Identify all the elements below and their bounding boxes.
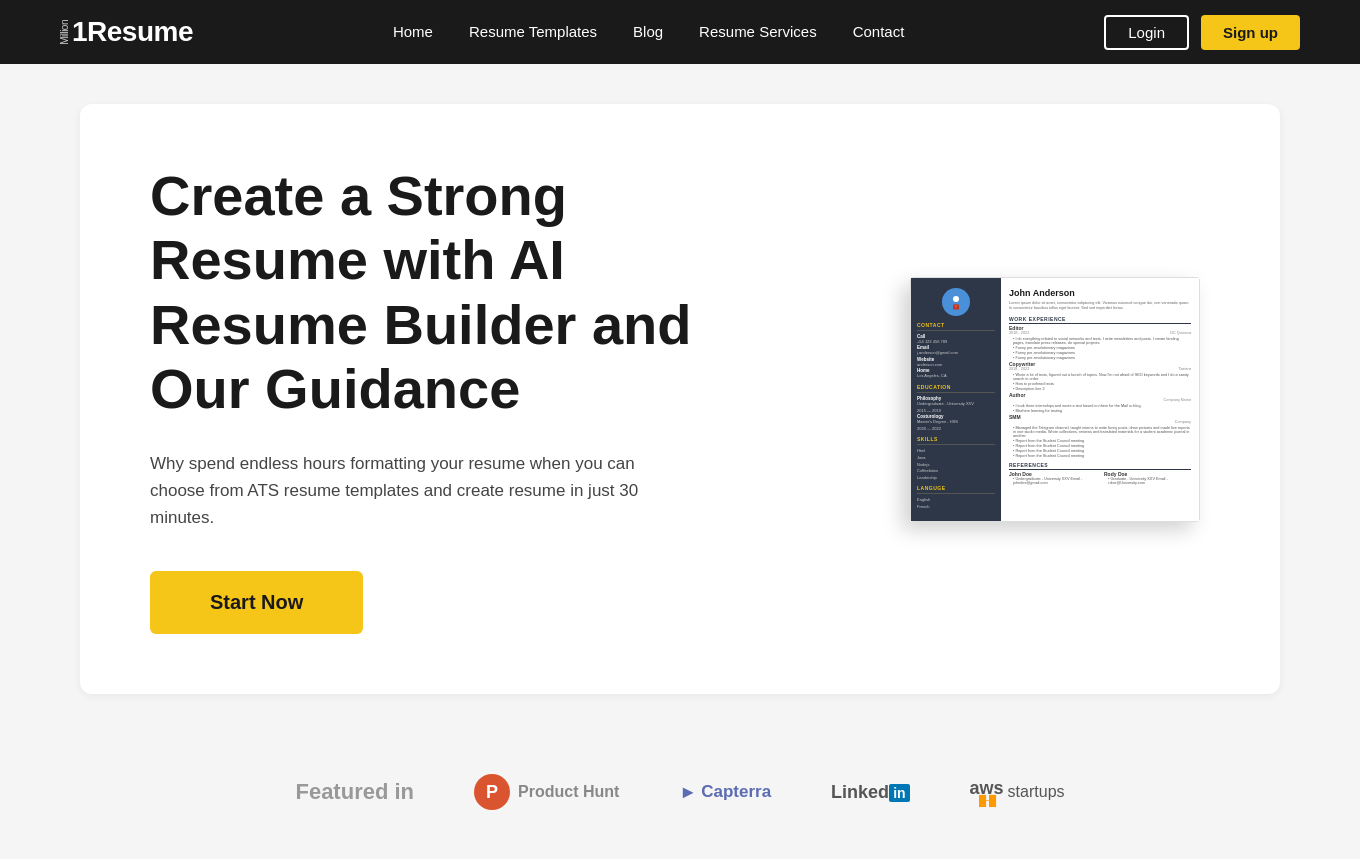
resume-skill-2: Nodejs bbox=[917, 462, 995, 468]
resume-skills-title: SKILLS bbox=[917, 436, 995, 442]
resume-job3-bullet3: Report from the Student Council meeting bbox=[1009, 449, 1191, 453]
hero-text: Create a Strong Resume with AI Resume Bu… bbox=[150, 164, 750, 634]
resume-job2-meta: Company Name bbox=[1009, 398, 1191, 402]
resume-skill-3: Coffeelation bbox=[917, 468, 995, 474]
hero-subtitle: Why spend endless hours formatting your … bbox=[150, 450, 670, 532]
resume-job1-year: 2018 - 2022 bbox=[1009, 367, 1029, 371]
resume-edu1-year: 2015 — 2019 bbox=[917, 408, 995, 414]
main-wrapper: Create a Strong Resume with AI Resume Bu… bbox=[0, 64, 1360, 734]
login-button[interactable]: Login bbox=[1104, 15, 1189, 50]
resume-job0-year: 2018 - 2022 bbox=[1009, 331, 1029, 335]
resume-job0-meta: 2018 - 2022 DC Quinova bbox=[1009, 331, 1191, 335]
hero-card: Create a Strong Resume with AI Resume Bu… bbox=[80, 104, 1280, 694]
svg-point-0 bbox=[953, 296, 959, 302]
resume-job1-company: Tastera bbox=[1179, 367, 1191, 371]
nav-item-home[interactable]: Home bbox=[393, 23, 433, 41]
resume-right-col: John Anderson Lorem ipsum dolor sit amet… bbox=[1001, 278, 1199, 521]
product-hunt-icon: P bbox=[474, 774, 510, 810]
resume-job0-bullet3: Funny pre-revolutionary magazines bbox=[1009, 356, 1191, 360]
resume-edu2-school: Master's Degree - HSS bbox=[917, 419, 995, 425]
featured-section: Featured in P Product Hunt ► Capterra Li… bbox=[0, 734, 1360, 850]
nav-item-services[interactable]: Resume Services bbox=[699, 23, 817, 41]
featured-label: Featured in bbox=[295, 779, 414, 805]
resume-references-section: REFERENCES bbox=[1009, 462, 1191, 470]
resume-edu1-school: Undergraduate - University XXV bbox=[917, 401, 995, 407]
resume-name: John Anderson bbox=[1009, 288, 1191, 298]
logo-million-text: Million bbox=[60, 20, 70, 45]
capterra-label: Capterra bbox=[701, 782, 771, 802]
resume-website-value: anderson.com bbox=[917, 362, 995, 368]
resume-job0-bullet1: Funny pre-revolutionary magazines bbox=[1009, 346, 1191, 350]
resume-job3-meta: Company bbox=[1009, 420, 1191, 424]
resume-preview: CONTACT Call +54 123 456 789 Email j.and… bbox=[910, 277, 1200, 522]
linkedin-in-badge: in bbox=[889, 784, 909, 802]
nav-item-contact[interactable]: Contact bbox=[853, 23, 905, 41]
nav-item-blog[interactable]: Blog bbox=[633, 23, 663, 41]
resume-job1-bullet0: Wrote a lot of texts, figured out a bunc… bbox=[1009, 373, 1191, 381]
resume-job1-bullet2: Description line 2 bbox=[1009, 387, 1191, 391]
resume-call-value: +54 123 456 789 bbox=[917, 339, 995, 345]
resume-job0-bullet2: Funny pre-revolutionary magazines bbox=[1009, 351, 1191, 355]
resume-work-section: WORK EXPERIENCE bbox=[1009, 316, 1191, 324]
signup-button[interactable]: Sign up bbox=[1201, 15, 1300, 50]
aws-smile-icon: █─█ bbox=[979, 795, 994, 806]
nav-actions: Login Sign up bbox=[1104, 15, 1300, 50]
resume-job1-meta: 2018 - 2022 Tastera bbox=[1009, 367, 1191, 371]
resume-skill-1: Java bbox=[917, 455, 995, 461]
resume-job2-company: Company Name bbox=[1164, 398, 1191, 402]
resume-job3-company: Company bbox=[1175, 420, 1191, 424]
brand-linkedin[interactable]: Linkedin bbox=[831, 782, 909, 803]
navbar: Million 1 Resume Home Resume Templates B… bbox=[0, 0, 1360, 64]
resume-avatar bbox=[942, 288, 970, 316]
linkedin-text: Linked bbox=[831, 782, 889, 802]
resume-job3-bullet4: Report from the Student Council meeting bbox=[1009, 454, 1191, 458]
resume-email-value: j.anderson@gmail.com bbox=[917, 350, 995, 356]
resume-job0-bullet0: I do everything related to social networ… bbox=[1009, 337, 1191, 345]
resume-lang-0: English bbox=[917, 497, 995, 503]
resume-ref1-info: Graduate - University XXV Email - r.doe@… bbox=[1104, 477, 1191, 485]
resume-contact-title: CONTACT bbox=[917, 322, 995, 328]
resume-lang-1: French bbox=[917, 504, 995, 510]
nav-item-templates[interactable]: Resume Templates bbox=[469, 23, 597, 41]
aws-startups-label: startups bbox=[1008, 783, 1065, 801]
resume-skill-0: Html bbox=[917, 448, 995, 454]
resume-skill-4: Leadership bbox=[917, 475, 995, 481]
brand-capterra[interactable]: ► Capterra bbox=[679, 782, 771, 803]
resume-left-col: CONTACT Call +54 123 456 789 Email j.and… bbox=[911, 278, 1001, 521]
resume-edu2-year: 2020 — 2022 bbox=[917, 426, 995, 432]
resume-ref0-info: Undergraduate - University XXV Email - j… bbox=[1009, 477, 1096, 485]
resume-job2-bullet0: I took three internships and wrote a tex… bbox=[1009, 404, 1191, 408]
resume-description: Lorem ipsum dolor sit amet, consectetur … bbox=[1009, 301, 1191, 312]
brand-product-hunt[interactable]: P Product Hunt bbox=[474, 774, 619, 810]
resume-document: CONTACT Call +54 123 456 789 Email j.and… bbox=[910, 277, 1200, 522]
resume-job1-bullet1: How to proofread texts: bbox=[1009, 382, 1191, 386]
logo-resume-text: Resume bbox=[87, 16, 193, 48]
resume-job0-company: DC Quinova bbox=[1170, 331, 1191, 335]
product-hunt-label: Product Hunt bbox=[518, 783, 619, 801]
capterra-icon: ► bbox=[679, 782, 697, 803]
resume-home-value: Los Angeles, CA bbox=[917, 373, 995, 379]
start-now-button[interactable]: Start Now bbox=[150, 571, 363, 634]
nav-links: Home Resume Templates Blog Resume Servic… bbox=[393, 23, 904, 41]
logo-one-text: 1 bbox=[72, 16, 87, 48]
resume-job3-bullet2: Report from the Student Council meeting bbox=[1009, 444, 1191, 448]
resume-shadow: CONTACT Call +54 123 456 789 Email j.and… bbox=[910, 277, 1200, 522]
brand-aws[interactable]: aws █─█ startups bbox=[970, 778, 1065, 806]
logo[interactable]: Million 1 Resume bbox=[60, 16, 193, 48]
resume-education-title: EDUCATION bbox=[917, 384, 995, 390]
resume-job3-bullet0: Managed the Telegram channel, taught int… bbox=[1009, 426, 1191, 438]
resume-language-title: LANGUGE bbox=[917, 485, 995, 491]
hero-title: Create a Strong Resume with AI Resume Bu… bbox=[150, 164, 750, 422]
resume-job3-bullet1: Report from the Student Council meeting bbox=[1009, 439, 1191, 443]
resume-job2-bullet1: Machine learning for testing bbox=[1009, 409, 1191, 413]
